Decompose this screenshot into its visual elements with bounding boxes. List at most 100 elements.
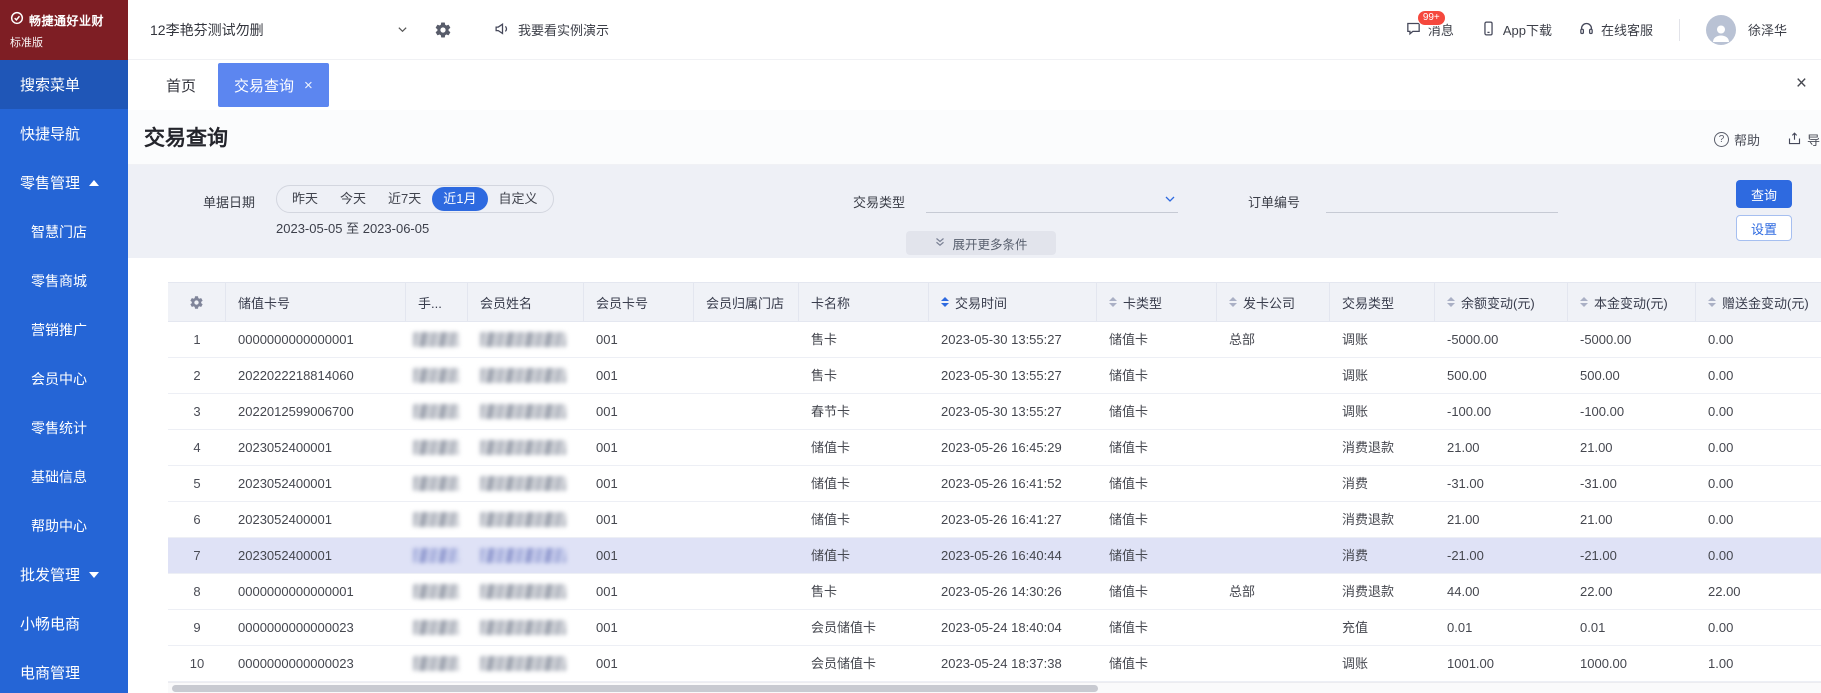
redacted-member_name [480,547,566,563]
table-row[interactable]: 4 2023052400001 001 储值卡 2023-05-26 16:45:29 储… [168,430,1821,466]
help-button[interactable]: ? 帮助 [1714,130,1760,149]
redacted-phone [413,403,459,419]
quick-date-option-1[interactable]: 今天 [329,187,377,211]
cell-tx_time: 2023-05-30 13:55:27 [941,368,1062,383]
column-settings-gear-icon[interactable] [189,295,204,310]
cell-card_no: 0000000000000001 [238,584,354,599]
column-header-member_name: 会员姓名 [468,283,584,321]
redacted-member_name [480,331,566,347]
sidebar-item-smart-store[interactable]: 智慧门店 [0,207,128,256]
column-header-card_type[interactable]: 卡类型 [1097,283,1217,321]
cell-card_no: 2023052400001 [238,476,332,491]
table-row[interactable]: 10 0000000000000023 001 会员储值卡 2023-05-24 18:… [168,646,1821,682]
tab-transaction-query[interactable]: 交易查询 × [218,63,329,107]
cell-principal_change: 22.00 [1580,584,1613,599]
column-header-label: 手... [418,295,442,311]
cell-bonus_change: 0.00 [1708,476,1734,491]
cell-tx_time: 2023-05-26 16:45:29 [941,440,1062,455]
cell-card_no: 2023052400001 [238,548,332,563]
sidebar-item-ecommerce-management[interactable]: 电商管理 [0,648,128,693]
messages-button[interactable]: 消息 99+ [1405,9,1454,40]
tab-home[interactable]: 首页 [144,63,218,107]
cell-principal_change: 21.00 [1580,512,1613,527]
cell-principal_change: -31.00 [1580,476,1617,491]
cell-member_store [694,610,799,645]
table-row[interactable]: 1 0000000000000001 001 售卡 2023-05-30 13:55:2… [168,322,1821,358]
search-button[interactable]: 查询 [1736,180,1792,208]
settings-button[interactable]: 设置 [1736,215,1792,241]
date-quick-options: 昨天 今天 近7天 近1月 自定义 [276,185,554,213]
table-row[interactable]: 2 2022022218814060 001 售卡 2023-05-30 13:55:2… [168,358,1821,394]
transaction-type-select[interactable] [926,183,1178,213]
quick-date-option-3[interactable]: 近1月 [432,187,488,211]
online-support-button[interactable]: 在线客服 [1578,20,1653,40]
cell-card_type: 储值卡 [1109,620,1149,635]
row-index: 7 [193,548,201,563]
table-row[interactable]: 8 0000000000000001 001 售卡 2023-05-26 14:30:2… [168,574,1821,610]
quick-date-option-2[interactable]: 近7天 [377,187,432,211]
horizontal-scrollbar[interactable] [168,682,1821,693]
sort-icon[interactable] [1109,297,1117,307]
sort-icon[interactable] [1580,297,1588,307]
table-row[interactable]: 9 0000000000000023 001 会员储值卡 2023-05-24 18:4… [168,610,1821,646]
sidebar-item-marketing[interactable]: 营销推广 [0,305,128,354]
sidebar-item-quick-nav[interactable]: 快捷导航 [0,109,128,158]
redacted-phone [413,367,459,383]
table-row[interactable]: 6 2023052400001 001 储值卡 2023-05-26 16:41:27 储… [168,502,1821,538]
sort-icon[interactable] [1229,297,1237,307]
sidebar-item-wholesale-management[interactable]: 批发管理 [0,550,128,599]
row-index: 5 [193,476,201,491]
cell-member_no: 001 [596,368,618,383]
brand-logo[interactable]: 畅捷通好业财 标准版 [0,0,128,60]
demo-link[interactable]: 我要看实例演示 [494,20,609,40]
date-range-value[interactable]: 2023-05-05 至 2023-06-05 [276,218,429,237]
cell-phone [406,646,468,681]
quick-date-option-4[interactable]: 自定义 [488,187,549,211]
sidebar-item-label: 零售商城 [31,272,87,289]
table-row[interactable]: 3 2022012599006700 001 春节卡 2023-05-30 13:55:… [168,394,1821,430]
top-header: 畅捷通好业财 标准版 12李艳芬测试勿删 我要看实例演示 消息 99+ App下… [0,0,1821,60]
sidebar-item-retail-stats[interactable]: 零售统计 [0,403,128,452]
column-header-settings[interactable] [168,283,226,321]
brand-edition: 标准版 [10,36,43,49]
redacted-member_name [480,403,566,419]
sidebar-item-retail-management[interactable]: 零售管理 [0,158,128,207]
cell-card_no: 2023052400001 [238,440,332,455]
column-header-label: 发卡公司 [1243,295,1296,311]
column-header-bonus_change[interactable]: 赠送金变动(元) [1696,283,1821,321]
cell-member_store [694,394,799,429]
sidebar-item-search-menu[interactable]: 搜索菜单 [0,60,128,109]
order-number-input[interactable] [1326,183,1558,213]
sidebar-item-help-center[interactable]: 帮助中心 [0,501,128,550]
column-header-principal_change[interactable]: 本金变动(元) [1568,283,1696,321]
cell-member_no: 001 [596,620,618,635]
gear-icon[interactable] [434,21,452,39]
close-icon[interactable]: × [304,78,313,93]
sidebar-item-member-center[interactable]: 会员中心 [0,354,128,403]
scrollbar-thumb[interactable] [172,685,1098,692]
cell-balance_change: 21.00 [1447,512,1480,527]
sort-icon[interactable] [941,297,949,307]
column-header-issuer[interactable]: 发卡公司 [1217,283,1330,321]
sidebar-menu: 搜索菜单 快捷导航 零售管理 智慧门店零售商城营销推广 会员中心 零售统计 基础信息 帮助中心… [0,60,128,693]
sort-icon[interactable] [1447,297,1455,307]
sort-icon[interactable] [1708,297,1716,307]
column-header-balance_change[interactable]: 余额变动(元) [1435,283,1568,321]
sidebar-item-retail-mall[interactable]: 零售商城 [0,256,128,305]
app-download-button[interactable]: App下载 [1480,20,1552,40]
avatar[interactable] [1705,14,1736,45]
org-selector[interactable]: 12李艳芬测试勿删 [150,13,408,47]
sidebar-item-xiaochang-ecommerce[interactable]: 小畅电商 [0,599,128,648]
table-body: 1 0000000000000001 001 售卡 2023-05-30 13:55:2… [168,322,1821,682]
sidebar-item-basic-info[interactable]: 基础信息 [0,452,128,501]
quick-date-option-0[interactable]: 昨天 [281,187,329,211]
column-header-tx_time[interactable]: 交易时间 [929,283,1097,321]
username[interactable]: 徐泽华 [1748,20,1787,39]
row-index: 6 [193,512,201,527]
export-button[interactable]: 导出 [1787,130,1821,149]
close-icon[interactable]: × [1796,74,1807,93]
table-row[interactable]: 7 2023052400001 001 储值卡 2023-05-26 16:40:44 储… [168,538,1821,574]
cell-card_no: 2023052400001 [238,512,332,527]
table-row[interactable]: 5 2023052400001 001 储值卡 2023-05-26 16:41:52 储… [168,466,1821,502]
expand-more-button[interactable]: 展开更多条件 [906,231,1056,255]
